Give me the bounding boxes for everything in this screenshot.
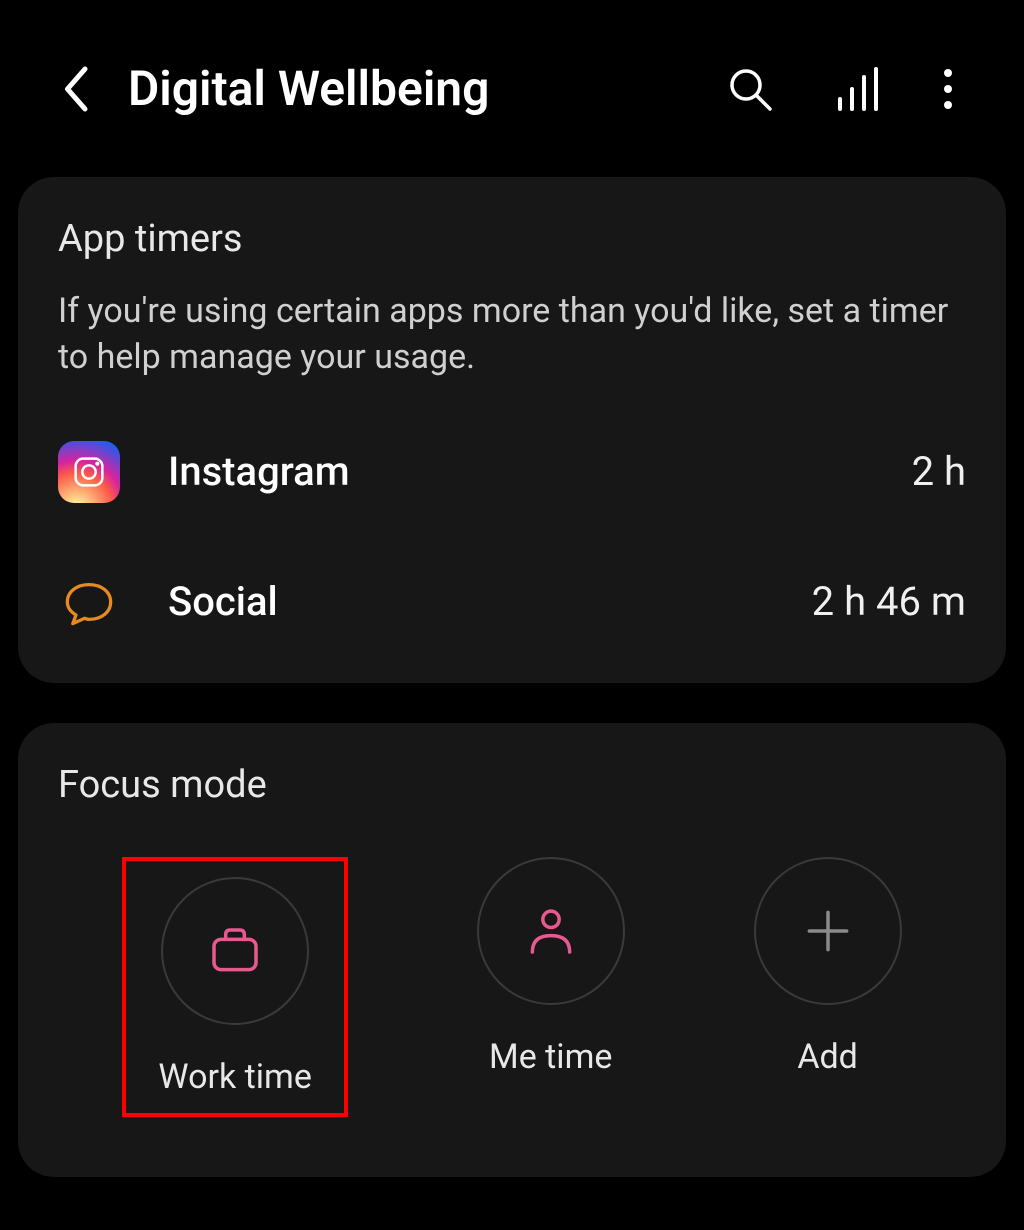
more-vertical-icon (942, 65, 954, 113)
app-timer-name: Social (168, 578, 764, 625)
stats-button[interactable] (834, 65, 882, 113)
focus-mode-label: Work time (158, 1057, 311, 1097)
focus-circle (477, 857, 625, 1005)
focus-mode-list: Work time Me time Add (58, 857, 966, 1117)
focus-circle (161, 877, 309, 1025)
page-title: Digital Wellbeing (128, 60, 696, 117)
app-timer-value: 2 h 46 m (812, 578, 966, 625)
back-button[interactable] (60, 64, 90, 114)
app-timer-row-social[interactable]: Social 2 h 46 m (58, 571, 966, 633)
briefcase-icon (207, 923, 263, 979)
focus-mode-work-time[interactable]: Work time (158, 877, 311, 1097)
app-timers-title: App timers (58, 217, 966, 261)
app-timers-card: App timers If you're using certain apps … (18, 177, 1006, 683)
focus-circle (754, 857, 902, 1005)
app-timer-row-instagram[interactable]: Instagram 2 h (58, 441, 966, 503)
plus-icon (800, 903, 856, 959)
focus-mode-add[interactable]: Add (754, 857, 902, 1077)
app-timer-value: 2 h (912, 448, 966, 495)
person-icon (523, 903, 579, 959)
chat-bubble-icon (58, 571, 120, 633)
chevron-left-icon (60, 64, 90, 114)
bar-chart-icon (834, 65, 882, 113)
more-options-button[interactable] (942, 65, 954, 113)
header: Digital Wellbeing (0, 0, 1024, 157)
app-timers-description: If you're using certain apps more than y… (58, 289, 966, 381)
focus-mode-card: Focus mode Work time Me time (18, 723, 1006, 1177)
instagram-icon (58, 441, 120, 503)
focus-mode-label: Add (797, 1037, 858, 1077)
focus-mode-me-time[interactable]: Me time (477, 857, 625, 1077)
app-timer-list: Instagram 2 h Social 2 h 46 m (58, 441, 966, 633)
header-actions (726, 65, 984, 113)
annotation-highlight: Work time (122, 857, 347, 1117)
app-timer-name: Instagram (168, 448, 864, 495)
search-button[interactable] (726, 65, 774, 113)
focus-mode-title: Focus mode (58, 763, 966, 807)
focus-mode-label: Me time (489, 1037, 612, 1077)
search-icon (726, 65, 774, 113)
